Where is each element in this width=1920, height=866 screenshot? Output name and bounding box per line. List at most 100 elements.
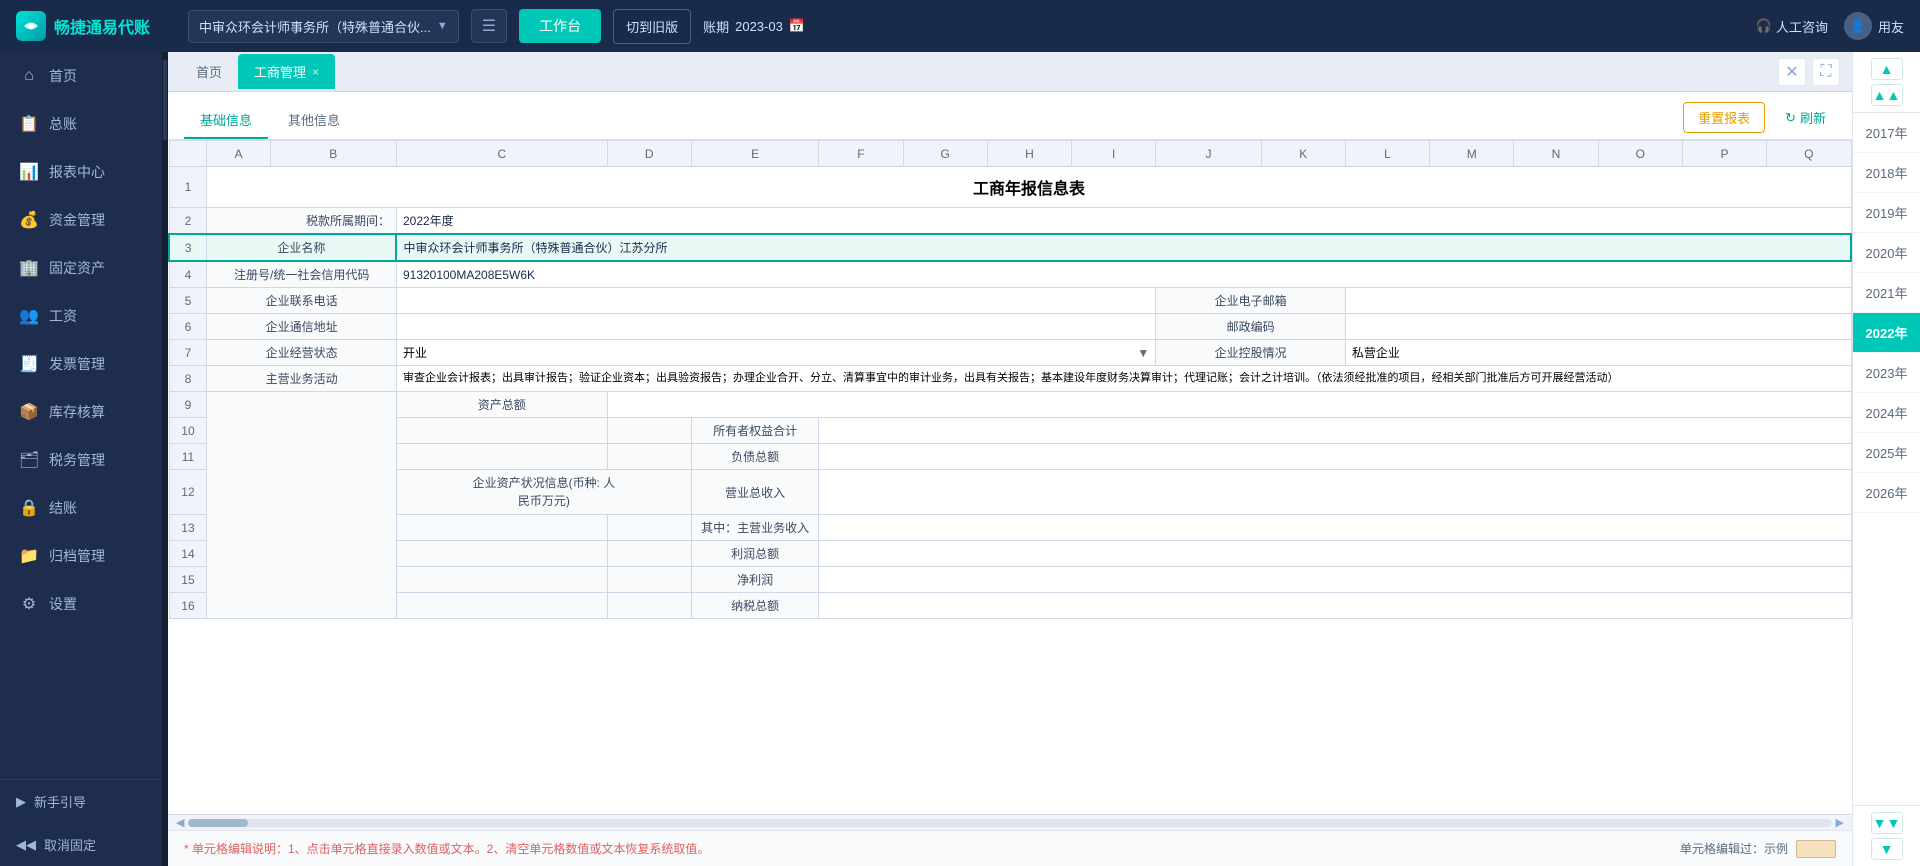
sidebar-item-archive[interactable]: 📁 归档管理 (0, 532, 168, 580)
sidebar-item-settings[interactable]: ⚙ 设置 (0, 580, 168, 628)
col-header-g[interactable]: G (903, 141, 987, 167)
total-assets-value-cell[interactable] (607, 392, 1851, 418)
year-item-2019[interactable]: 2019年 (1853, 193, 1920, 233)
maximize-icon[interactable]: ⛶ (1812, 58, 1840, 86)
col-header-b[interactable]: B (270, 141, 396, 167)
year-nav-up-icon[interactable]: ▲ (1871, 58, 1903, 80)
year-item-2020[interactable]: 2020年 (1853, 233, 1920, 273)
year-nav-down2-icon[interactable]: ▼ (1871, 838, 1903, 860)
tab-home[interactable]: 首页 (180, 54, 238, 89)
year-item-2026[interactable]: 2026年 (1853, 473, 1920, 513)
total-profit-value-cell[interactable] (819, 541, 1851, 567)
sub-tab-basic[interactable]: 基础信息 (184, 102, 268, 139)
tab-bizmanagement[interactable]: 工商管理 × (238, 54, 335, 89)
support-button[interactable]: 🎧 人工咨询 (1756, 17, 1828, 36)
main-revenue-value-cell[interactable] (819, 515, 1851, 541)
workbench-button[interactable]: 工作台 (519, 9, 601, 43)
scroll-right-icon[interactable]: ▶ (1832, 816, 1848, 829)
sidebar-item-hr[interactable]: 👥 工资 (0, 292, 168, 340)
row-num: 8 (169, 366, 207, 392)
col-header-q[interactable]: Q (1767, 141, 1851, 167)
document-icon[interactable]: ☰ (471, 9, 507, 43)
sub-tab-basic-label: 基础信息 (200, 113, 252, 128)
company-selector[interactable]: 中审众环会计师事务所（特殊普通合伙... ▼ (188, 10, 459, 43)
reset-report-button[interactable]: 重置报表 (1683, 102, 1765, 133)
scroll-thumb[interactable] (188, 819, 248, 827)
calendar-icon[interactable]: 📅 (789, 18, 805, 34)
sidebar-item-ledger[interactable]: 📋 总账 (0, 100, 168, 148)
horizontal-scrollbar[interactable]: ◀ ▶ (168, 814, 1852, 830)
col-header-a[interactable]: A (207, 141, 270, 167)
guide-button[interactable]: ▶ 新手引导 (0, 780, 168, 823)
sub-tab-other[interactable]: 其他信息 (272, 102, 356, 139)
reg-number-label-cell: 注册号/统一社会信用代码 (207, 261, 397, 288)
ownership-value-cell[interactable]: 私营企业 (1345, 340, 1851, 366)
company-name-value-cell[interactable]: 中审众环会计师事务所（特殊普通合伙）江苏分所 (396, 234, 1851, 261)
year-nav-up2-icon[interactable]: ▲▲ (1871, 84, 1903, 106)
reg-number-value-cell[interactable]: 91320100MA208E5W6K (396, 261, 1851, 288)
col-header-j[interactable]: J (1156, 141, 1261, 167)
liabilities-value-cell[interactable] (819, 444, 1851, 470)
table-row: 9 资产总额 (169, 392, 1851, 418)
col-header-p[interactable]: P (1682, 141, 1766, 167)
period-label: 账期 (703, 17, 729, 36)
col-header-n[interactable]: N (1514, 141, 1598, 167)
row-num: 3 (169, 234, 207, 261)
scroll-left-icon[interactable]: ◀ (172, 816, 188, 829)
phone-value-cell[interactable] (396, 288, 1155, 314)
col-header-k[interactable]: K (1261, 141, 1345, 167)
tab-close-icon[interactable]: × (312, 65, 319, 79)
user-menu[interactable]: 👤 用友 (1844, 12, 1904, 40)
total-tax-value-cell[interactable] (819, 593, 1851, 619)
email-value-cell[interactable] (1345, 288, 1851, 314)
col-header-m[interactable]: M (1430, 141, 1514, 167)
sub-tabs-bar: 基础信息 其他信息 重置报表 ↻ 刷新 (168, 92, 1852, 140)
year-item-2021[interactable]: 2021年 (1853, 273, 1920, 313)
col-header-d[interactable]: D (607, 141, 691, 167)
period-value-cell[interactable]: 2022年度 (396, 208, 1851, 235)
col-header-i[interactable]: I (1072, 141, 1156, 167)
address-value-cell[interactable] (396, 314, 1155, 340)
sidebar-item-tax[interactable]: 🗂 税务管理 (0, 436, 168, 484)
old-version-button[interactable]: 切到旧版 (613, 9, 691, 44)
refresh-button[interactable]: ↻ 刷新 (1775, 103, 1836, 132)
period-info: 账期 2023-03 📅 (703, 17, 805, 36)
sidebar-item-reports[interactable]: 📊 报表中心 (0, 148, 168, 196)
sidebar-item-invoice[interactable]: 🧾 发票管理 (0, 340, 168, 388)
scroll-track[interactable] (188, 819, 1831, 827)
close-window-icon[interactable]: ✕ (1778, 58, 1806, 86)
sidebar-item-close[interactable]: 🔒 结账 (0, 484, 168, 532)
year-item-2018[interactable]: 2018年 (1853, 153, 1920, 193)
year-item-2017[interactable]: 2017年 (1853, 113, 1920, 153)
sidebar: ⌂ 首页 📋 总账 📊 报表中心 💰 资金管理 🏢 固定资产 👥 工资 🧾 发票… (0, 52, 168, 866)
net-profit-value-cell[interactable] (819, 567, 1851, 593)
year-nav-down-icon[interactable]: ▼▼ (1871, 812, 1903, 834)
unpin-button[interactable]: ◀◀ 取消固定 (0, 823, 168, 866)
email-label-cell: 企业电子邮箱 (1156, 288, 1346, 314)
total-revenue-value-cell[interactable] (819, 470, 1851, 515)
col-header-h[interactable]: H (987, 141, 1071, 167)
col-header-o[interactable]: O (1598, 141, 1682, 167)
year-item-2022[interactable]: 2022年 (1853, 313, 1920, 353)
postal-value-cell[interactable] (1345, 314, 1851, 340)
col-header-l[interactable]: L (1345, 141, 1429, 167)
report-title-cell[interactable]: 工商年报信息表 (207, 167, 1851, 208)
sidebar-item-home[interactable]: ⌂ 首页 (0, 52, 168, 100)
year-item-2024[interactable]: 2024年 (1853, 393, 1920, 433)
main-panel: 基础信息 其他信息 重置报表 ↻ 刷新 (168, 92, 1852, 866)
business-value-cell[interactable]: 审查企业会计报表；出具审计报告；验证企业资本；出具验资报告；办理企业合开、分立、… (396, 366, 1851, 392)
year-item-2023[interactable]: 2023年 (1853, 353, 1920, 393)
sidebar-label-archive: 归档管理 (49, 546, 105, 566)
sidebar-item-finance[interactable]: 💰 资金管理 (0, 196, 168, 244)
support-label: 人工咨询 (1776, 17, 1828, 36)
equity-value-cell[interactable] (819, 418, 1851, 444)
panel-actions: 重置报表 ↻ 刷新 (1683, 102, 1836, 133)
col-header-e[interactable]: E (691, 141, 818, 167)
status-dropdown-cell[interactable]: 开业 ▼ (396, 340, 1155, 366)
col-header-f[interactable]: F (819, 141, 903, 167)
sidebar-item-inventory[interactable]: 📦 库存核算 (0, 388, 168, 436)
spreadsheet-scroll-area[interactable]: A B C D E F G H I J K L (168, 140, 1852, 814)
year-item-2025[interactable]: 2025年 (1853, 433, 1920, 473)
sidebar-item-assets[interactable]: 🏢 固定资产 (0, 244, 168, 292)
col-header-c[interactable]: C (396, 141, 607, 167)
